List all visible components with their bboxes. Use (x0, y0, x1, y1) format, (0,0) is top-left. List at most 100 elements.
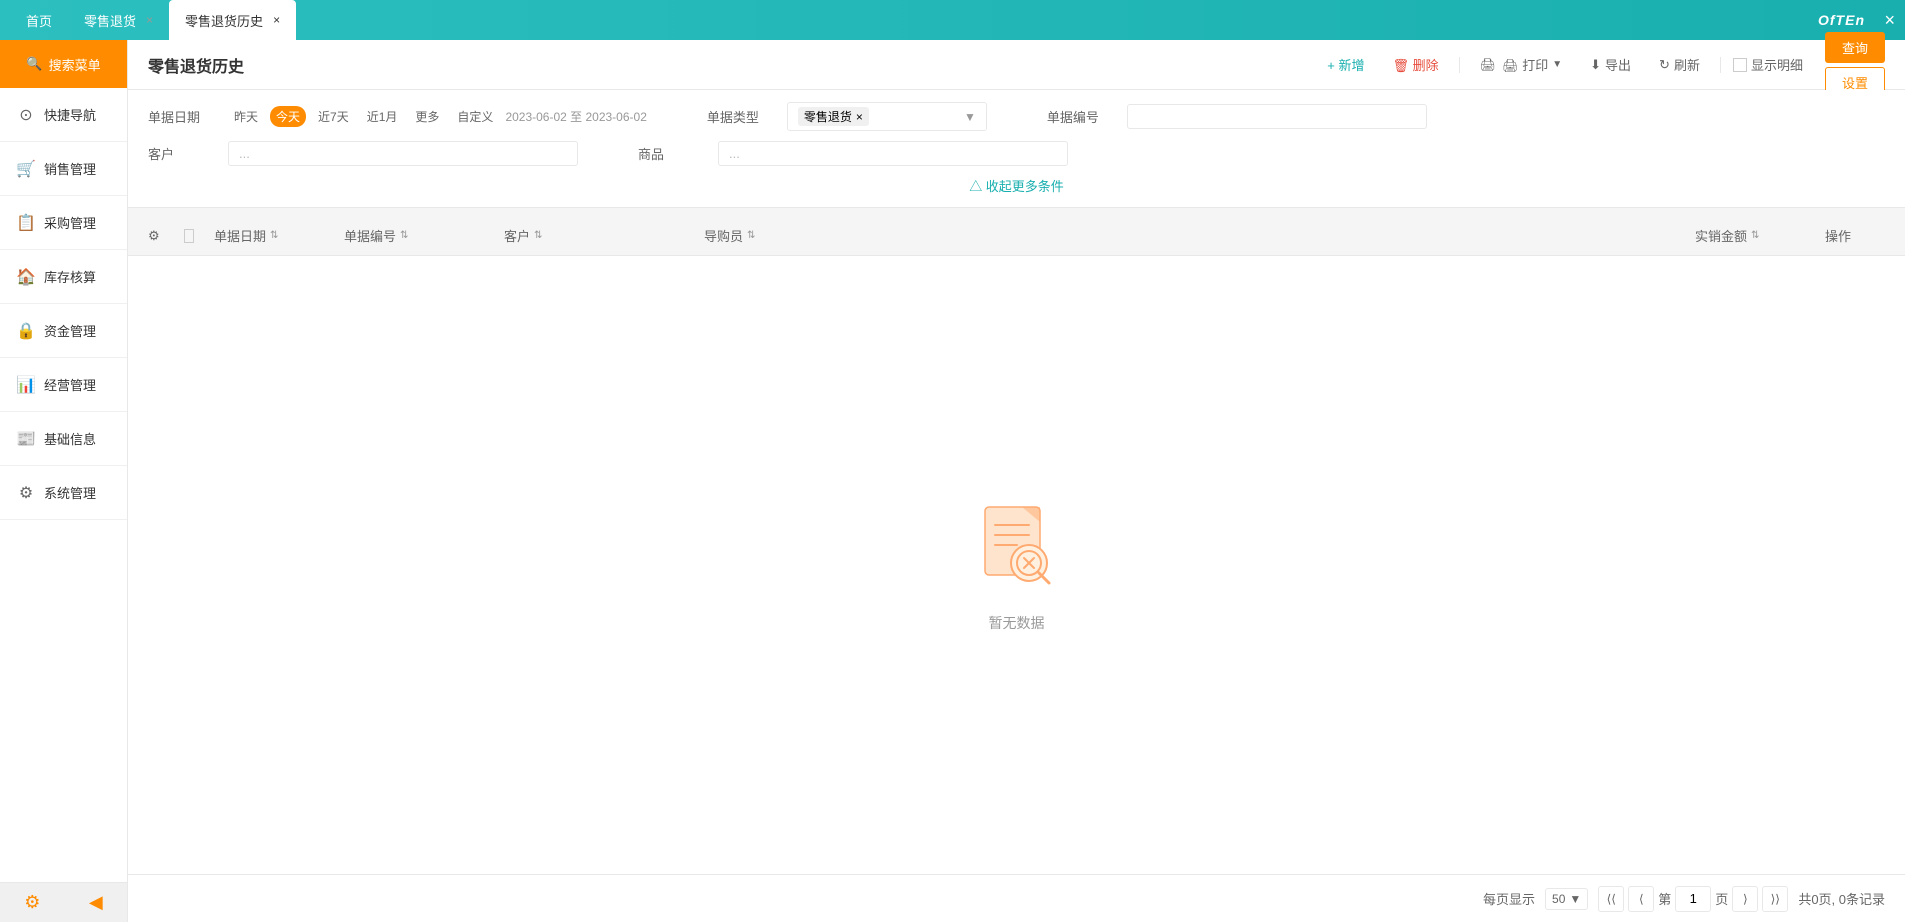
sidebar-item-quick-nav[interactable]: ⊙ 快捷导航 (0, 88, 127, 142)
type-filter-select[interactable]: 零售退货 × ▼ (787, 102, 987, 131)
goods-placeholder: ... (729, 146, 740, 161)
sidebar: 🔍 搜索菜单 ⊙ 快捷导航 🛒 销售管理 📋 采购管理 🏠 库存核算 🔒 资金管… (0, 40, 128, 922)
sidebar-bottom: ⚙ ◀ (0, 882, 127, 922)
date-btn-today[interactable]: 今天 (270, 106, 306, 127)
tab-retail-return-label: 零售退货 (84, 11, 136, 30)
customer-filter-select[interactable]: ... (228, 141, 578, 166)
collapse-filter-label: △ 收起更多条件 (969, 176, 1064, 195)
tab-retail-return-close[interactable]: × (146, 13, 153, 27)
divider-1 (1459, 57, 1460, 73)
date-range-display: 2023-06-02 至 2023-06-02 (505, 108, 646, 125)
operation-icon: 📊 (16, 375, 36, 395)
th-no[interactable]: 单据编号 ⇅ (334, 226, 494, 245)
basic-info-icon: 📰 (16, 429, 36, 449)
date-filter-label: 单据日期 (148, 107, 208, 126)
collapse-filter-button[interactable]: △ 收起更多条件 (969, 176, 1064, 195)
no-filter-label: 单据编号 (1047, 107, 1107, 126)
search-menu-button[interactable]: 🔍 搜索菜单 (0, 40, 127, 88)
quick-nav-icon: ⊙ (16, 105, 36, 125)
sidebar-item-inventory-label: 库存核算 (44, 267, 96, 286)
th-customer[interactable]: 客户 ⇅ (494, 226, 694, 245)
sidebar-item-operation[interactable]: 📊 经营管理 (0, 358, 127, 412)
goods-filter-select[interactable]: ... (718, 141, 1068, 166)
refresh-button[interactable]: ↻ 刷新 (1651, 51, 1708, 78)
empty-state: 暂无数据 (128, 256, 1905, 874)
sidebar-settings-icon[interactable]: ⚙ (24, 892, 40, 913)
customer-placeholder: ... (239, 146, 250, 161)
table-header: ⚙ 单据日期 ⇅ 单据编号 ⇅ 客户 ⇅ 导购员 ⇅ 实销金额 ⇅ (128, 216, 1905, 256)
tab-retail-return-history[interactable]: 零售退货历史 × (169, 0, 296, 40)
type-dropdown-icon: ▼ (964, 110, 976, 124)
tab-retail-return-history-close[interactable]: × (273, 13, 280, 27)
print-icon: 🖨 (1480, 57, 1497, 73)
search-menu-label: 搜索菜单 (49, 55, 101, 74)
th-date[interactable]: 单据日期 ⇅ (204, 226, 334, 245)
page-next-button[interactable]: ⟩ (1732, 886, 1758, 912)
type-tag: 零售退货 × (798, 107, 869, 126)
customer-filter-label: 客户 (148, 144, 208, 163)
pagination-total: 共0页, 0条记录 (1798, 889, 1885, 908)
header-actions: + 新增 🗑 删除 🖨 🖨 打印 ▼ ⬇ 导出 ↻ 刷新 显示明细 (1319, 32, 1885, 98)
type-tag-close-icon[interactable]: × (856, 110, 863, 124)
sidebar-item-inventory[interactable]: 🏠 库存核算 (0, 250, 127, 304)
export-label: 导出 (1605, 55, 1631, 74)
per-page-value: 50 (1552, 892, 1565, 906)
date-btn-custom[interactable]: 自定义 (451, 106, 499, 127)
show-detail-toggle[interactable]: 显示明细 (1733, 55, 1803, 74)
filter-row-1: 单据日期 昨天 今天 近7天 近1月 更多 自定义 2023-06-02 至 2… (148, 102, 1885, 131)
system-icon: ⚙ (16, 483, 36, 503)
sidebar-item-system[interactable]: ⚙ 系统管理 (0, 466, 127, 520)
goods-filter-label: 商品 (638, 144, 698, 163)
date-btn-more[interactable]: 更多 (409, 106, 445, 127)
sidebar-item-purchase-label: 采购管理 (44, 213, 96, 232)
export-button[interactable]: ⬇ 导出 (1582, 51, 1639, 78)
th-guide[interactable]: 导购员 ⇅ (694, 226, 1685, 245)
th-no-label: 单据编号 (344, 226, 396, 245)
per-page-select[interactable]: 50 ▼ (1545, 888, 1588, 910)
page-prev-button[interactable]: ⟨ (1628, 886, 1654, 912)
filter-row-2: 客户 ... 商品 ... (148, 141, 1885, 166)
sidebar-item-basic-info[interactable]: 📰 基础信息 (0, 412, 127, 466)
type-tag-text: 零售退货 (804, 108, 852, 125)
sidebar-nav: ⊙ 快捷导航 🛒 销售管理 📋 采购管理 🏠 库存核算 🔒 资金管理 📊 经营管… (0, 88, 127, 882)
date-btn-1month[interactable]: 近1月 (361, 106, 404, 127)
th-checkbox-input[interactable] (184, 229, 194, 243)
filter-area: 单据日期 昨天 今天 近7天 近1月 更多 自定义 2023-06-02 至 2… (128, 90, 1905, 208)
sidebar-item-sales[interactable]: 🛒 销售管理 (0, 142, 127, 196)
sidebar-collapse-icon[interactable]: ◀ (89, 892, 103, 913)
delete-button[interactable]: 🗑 删除 (1384, 51, 1446, 78)
refresh-icon: ↻ (1659, 57, 1670, 73)
no-filter-input[interactable] (1127, 104, 1427, 129)
purchase-icon: 📋 (16, 213, 36, 233)
finance-icon: 🔒 (16, 321, 36, 341)
page-last-button[interactable]: ⟩⟩ (1762, 886, 1788, 912)
sidebar-item-purchase[interactable]: 📋 采购管理 (0, 196, 127, 250)
search-icon: 🔍 (26, 56, 42, 72)
th-date-label: 单据日期 (214, 226, 266, 245)
th-amount[interactable]: 实销金额 ⇅ (1685, 226, 1815, 245)
th-guide-sort-icon: ⇅ (747, 230, 755, 241)
sidebar-item-finance[interactable]: 🔒 资金管理 (0, 304, 127, 358)
window-close-button[interactable]: × (1884, 10, 1895, 31)
show-detail-checkbox[interactable] (1733, 58, 1747, 72)
th-gear[interactable]: ⚙ (138, 228, 174, 244)
empty-text: 暂无数据 (989, 613, 1045, 633)
query-button[interactable]: 查询 (1825, 32, 1885, 63)
tab-home[interactable]: 首页 (10, 0, 68, 40)
page-input[interactable] (1675, 886, 1711, 912)
per-page-dropdown-icon: ▼ (1569, 892, 1581, 906)
print-button[interactable]: 🖨 🖨 打印 ▼ (1472, 51, 1571, 78)
sidebar-item-sales-label: 销售管理 (44, 159, 96, 178)
date-btn-7days[interactable]: 近7天 (312, 106, 355, 127)
tab-retail-return-history-label: 零售退货历史 (185, 11, 263, 30)
add-button[interactable]: + 新增 (1319, 51, 1372, 78)
th-checkbox[interactable] (174, 229, 204, 243)
tab-retail-return[interactable]: 零售退货 × (68, 0, 169, 40)
page-first-button[interactable]: ⟨⟨ (1598, 886, 1624, 912)
empty-svg (967, 497, 1067, 597)
page-label: 第 (1658, 889, 1671, 908)
inventory-icon: 🏠 (16, 267, 36, 287)
th-no-sort-icon: ⇅ (400, 230, 408, 241)
date-btn-yesterday[interactable]: 昨天 (228, 106, 264, 127)
sidebar-item-operation-label: 经营管理 (44, 375, 96, 394)
